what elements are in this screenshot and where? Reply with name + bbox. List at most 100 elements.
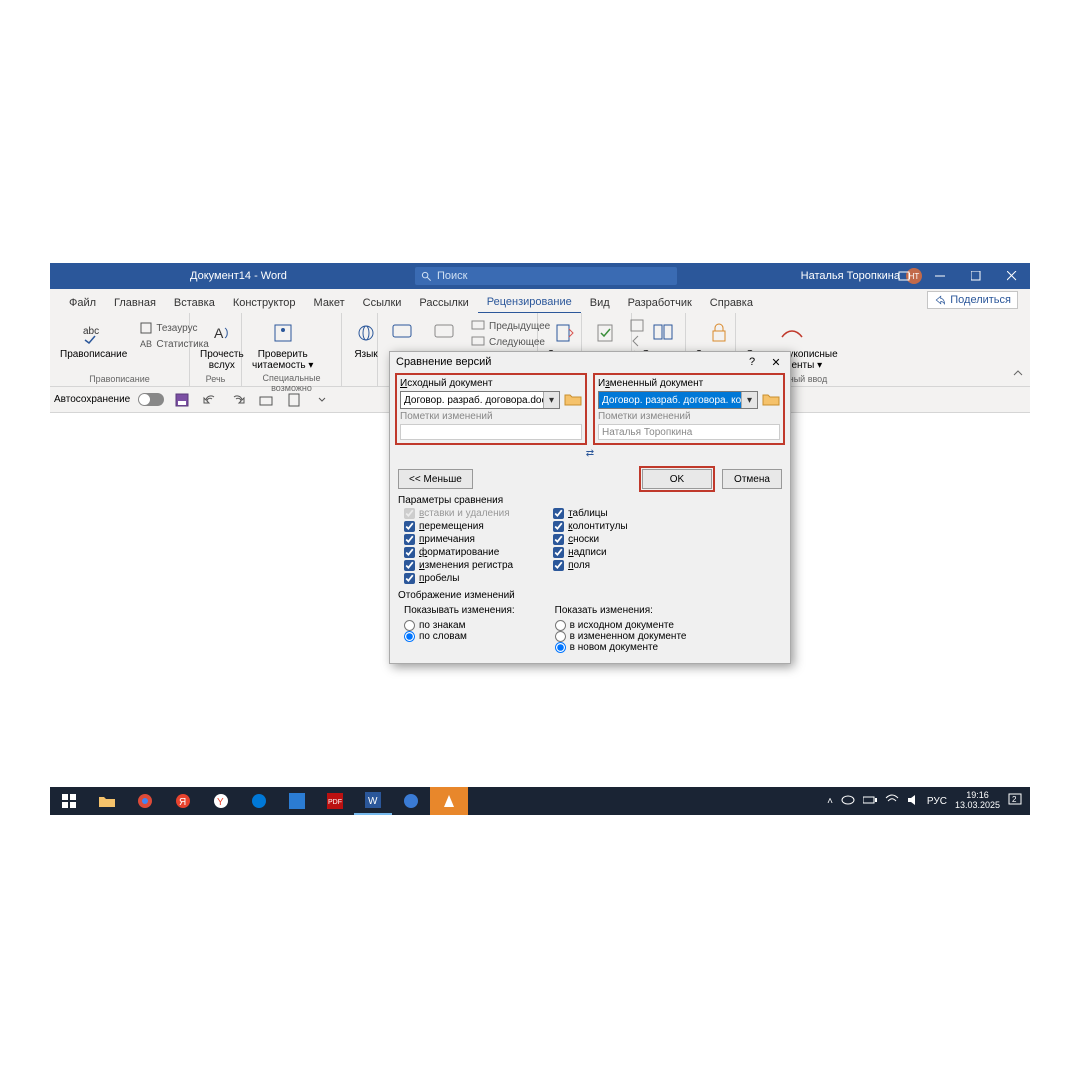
show-changes-label: Показывать изменения:	[404, 605, 515, 616]
show-in-label: Показать изменения:	[555, 605, 687, 616]
svg-text:W: W	[368, 796, 378, 807]
dialog-title: Сравнение версий	[396, 356, 491, 368]
tray-wifi-icon[interactable]	[885, 794, 899, 809]
tray-battery-icon[interactable]	[863, 795, 877, 808]
spelling-button[interactable]: abc Правописание	[56, 317, 131, 362]
tray-notifications-icon[interactable]: 2	[1008, 793, 1022, 810]
window-controls	[886, 263, 1030, 289]
tab-insert[interactable]: Вставка	[165, 293, 224, 313]
compare-option-checkbox[interactable]: колонтитулы	[553, 521, 628, 532]
svg-text:ABC: ABC	[140, 339, 152, 349]
tab-home[interactable]: Главная	[105, 293, 165, 313]
tab-view[interactable]: Вид	[581, 293, 619, 313]
browse-original-button[interactable]	[564, 392, 582, 408]
compare-option-checkbox[interactable]: сноски	[553, 534, 628, 545]
new-comment-button[interactable]	[384, 317, 420, 349]
display-changes-label: Отображение изменений	[398, 584, 782, 603]
close-button[interactable]	[994, 263, 1030, 289]
tab-review[interactable]: Рецензирование	[478, 292, 581, 314]
tab-design[interactable]: Конструктор	[224, 293, 305, 313]
next-icon	[471, 336, 485, 348]
group-accessibility: Специальные возможно	[248, 373, 335, 395]
taskbar-app-10[interactable]	[430, 787, 468, 815]
taskbar-pdf[interactable]: PDF	[316, 787, 354, 815]
original-document-label: Исходный документ	[400, 378, 582, 389]
tray-language[interactable]: РУС	[927, 796, 947, 807]
tab-references[interactable]: Ссылки	[354, 293, 411, 313]
share-icon	[934, 294, 946, 306]
save-button[interactable]	[172, 393, 192, 407]
search-box[interactable]: Поиск	[415, 267, 677, 285]
autosave-label: Автосохранение	[54, 394, 130, 405]
notes-field-1[interactable]	[400, 424, 582, 440]
taskbar-browser-y[interactable]: Y	[202, 787, 240, 815]
tab-developer[interactable]: Разработчик	[619, 293, 701, 313]
taskbar-app-9[interactable]	[392, 787, 430, 815]
taskbar-yandex[interactable]: Я	[164, 787, 202, 815]
accept-button[interactable]	[588, 317, 624, 349]
tray-clock[interactable]: 19:16 13.03.2025	[955, 791, 1000, 811]
less-button[interactable]: << Меньше	[398, 469, 473, 489]
tray-chevron-up-icon[interactable]: ˄	[827, 796, 833, 807]
display-option-radio[interactable]: в измененном документе	[555, 631, 687, 642]
tab-mailings[interactable]: Рассылки	[410, 293, 477, 313]
compare-option-checkbox[interactable]: пробелы	[404, 573, 513, 584]
redo-button[interactable]	[228, 393, 248, 407]
taskbar-app-6[interactable]	[278, 787, 316, 815]
browse-revised-button[interactable]	[762, 392, 780, 408]
document-title: Документ14 - Word	[190, 270, 287, 282]
start-button[interactable]	[50, 787, 88, 815]
check-accessibility-button[interactable]: Проверить читаемость ▾	[248, 317, 317, 373]
delete-comment-button[interactable]	[426, 317, 462, 349]
notes-field-2[interactable]: Наталья Торопкина	[598, 424, 780, 440]
ink-icon	[778, 319, 806, 347]
tray-volume-icon[interactable]	[907, 794, 919, 809]
compare-params-label: Параметры сравнения	[398, 489, 782, 508]
display-option-radio[interactable]: по знакам	[404, 620, 515, 631]
maximize-button[interactable]	[958, 263, 994, 289]
collapse-ribbon-button[interactable]	[1012, 367, 1024, 382]
compare-option-checkbox[interactable]: примечания	[404, 534, 513, 545]
swap-documents-button[interactable]: ⇄	[398, 442, 782, 463]
track-icon	[550, 319, 578, 347]
display-option-radio[interactable]: по словам	[404, 631, 515, 642]
search-icon	[421, 271, 432, 282]
title-bar: Документ14 - Word Поиск Наталья Торопкин…	[50, 263, 1030, 289]
language-icon	[352, 319, 380, 347]
dialog-close-button[interactable]: ✕	[764, 353, 788, 371]
revised-document-combo[interactable]: Договор. разраб. договора. корр ▾	[598, 391, 758, 409]
compare-option-checkbox[interactable]: форматирование	[404, 547, 513, 558]
compare-option-checkbox: вставки и удаления	[404, 508, 513, 519]
read-aloud-button[interactable]: AПрочесть вслух	[196, 317, 248, 373]
dialog-titlebar: Сравнение версий ? ✕	[390, 352, 790, 372]
tray-onedrive-icon[interactable]	[841, 795, 855, 808]
tab-layout[interactable]: Макет	[305, 293, 354, 313]
display-option-radio[interactable]: в исходном документе	[555, 620, 687, 631]
original-document-combo[interactable]: Договор. разраб. договора.docx ▾	[400, 391, 560, 409]
compare-option-checkbox[interactable]: надписи	[553, 547, 628, 558]
undo-button[interactable]	[200, 393, 220, 407]
share-label: Поделиться	[950, 294, 1011, 306]
compare-option-checkbox[interactable]: перемещения	[404, 521, 513, 532]
delete-comment-icon	[430, 319, 458, 347]
tab-file[interactable]: Файл	[60, 293, 105, 313]
taskbar-explorer[interactable]	[88, 787, 126, 815]
taskbar-chrome[interactable]	[126, 787, 164, 815]
svg-text:PDF: PDF	[328, 799, 342, 806]
display-option-radio[interactable]: в новом документе	[555, 642, 687, 653]
ribbon-display-options[interactable]	[886, 263, 922, 289]
compare-options: вставки и удаления перемещения примечания ф…	[398, 508, 782, 584]
share-button[interactable]: Поделиться	[927, 291, 1018, 309]
taskbar-edge[interactable]	[240, 787, 278, 815]
compare-option-checkbox[interactable]: изменения регистра	[404, 560, 513, 571]
dialog-help-button[interactable]: ?	[740, 353, 764, 371]
autosave-toggle[interactable]	[138, 393, 164, 406]
cancel-button[interactable]: Отмена	[722, 469, 782, 489]
svg-text:Я: Я	[179, 797, 186, 808]
taskbar-word[interactable]: W	[354, 787, 392, 815]
minimize-button[interactable]	[922, 263, 958, 289]
compare-option-checkbox[interactable]: поля	[553, 560, 628, 571]
tab-help[interactable]: Справка	[701, 293, 762, 313]
compare-option-checkbox[interactable]: таблицы	[553, 508, 628, 519]
ok-button[interactable]: OK	[642, 469, 712, 489]
